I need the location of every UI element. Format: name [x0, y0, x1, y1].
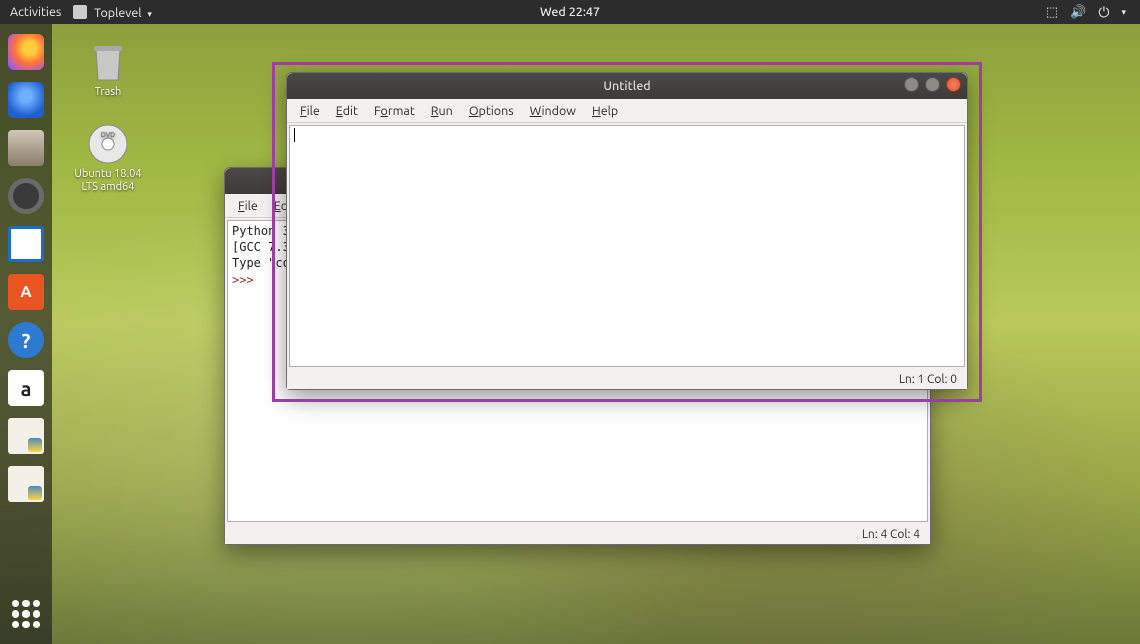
menu-help[interactable]: Help: [585, 102, 625, 120]
menu-format[interactable]: Format: [367, 102, 422, 120]
shell-prompt: >>>: [232, 273, 261, 287]
network-icon[interactable]: ⬚: [1046, 5, 1058, 20]
launcher-idle-shell[interactable]: [4, 414, 48, 458]
menu-window[interactable]: Window: [523, 102, 583, 120]
chevron-down-icon: ▾: [147, 9, 152, 19]
menu-options[interactable]: Options: [462, 102, 521, 120]
show-applications[interactable]: [4, 592, 48, 636]
svg-text:DVD: DVD: [101, 131, 115, 139]
desktop-dvd-label: Ubuntu 18.04 LTS amd64: [72, 168, 144, 194]
editor-cursor-pos: Ln: 1 Col: 0: [899, 373, 957, 386]
app-menu[interactable]: Toplevel ▾: [73, 5, 152, 20]
activities-button[interactable]: Activities: [10, 5, 61, 19]
desktop-trash[interactable]: Trash: [72, 40, 144, 98]
power-icon[interactable]: ⏻: [1098, 4, 1109, 21]
launcher-rhythmbox[interactable]: [4, 174, 48, 218]
launcher-amazon[interactable]: a: [4, 366, 48, 410]
close-button[interactable]: [946, 77, 961, 92]
menu-edit[interactable]: Edit: [329, 102, 365, 120]
minimize-button[interactable]: [904, 77, 919, 92]
launcher-files[interactable]: [4, 126, 48, 170]
idle-editor-window[interactable]: Untitled File Edit Format Run Options Wi…: [286, 72, 968, 390]
trash-icon: [86, 40, 130, 84]
editor-menubar: File Edit Format Run Options Window Help: [287, 99, 967, 123]
volume-icon[interactable]: 🔊: [1070, 5, 1086, 20]
desktop-trash-label: Trash: [72, 86, 144, 98]
chevron-down-icon[interactable]: ▾: [1121, 7, 1126, 18]
shell-line: [GCC 7.3: [232, 240, 290, 254]
maximize-button[interactable]: [925, 77, 940, 92]
launcher-dock: A ? a: [0, 24, 52, 644]
editor-textarea[interactable]: [289, 125, 965, 367]
shell-statusbar: Ln: 4 Col: 4: [225, 524, 930, 544]
launcher-firefox[interactable]: [4, 30, 48, 74]
menu-file[interactable]: File: [231, 197, 265, 215]
editor-titlebar[interactable]: Untitled: [287, 73, 967, 99]
launcher-writer[interactable]: [4, 222, 48, 266]
launcher-idle-editor[interactable]: [4, 462, 48, 506]
menu-file[interactable]: File: [293, 102, 327, 120]
menu-run[interactable]: Run: [424, 102, 460, 120]
window-title: Untitled: [603, 79, 650, 93]
app-indicator-icon: [73, 5, 87, 19]
launcher-software[interactable]: A: [4, 270, 48, 314]
shell-line: Python 3: [232, 224, 290, 238]
dvd-icon: DVD: [86, 122, 130, 166]
text-cursor: [294, 128, 295, 142]
launcher-thunderbird[interactable]: [4, 78, 48, 122]
launcher-help[interactable]: ?: [4, 318, 48, 362]
clock[interactable]: Wed 22:47: [540, 5, 600, 19]
editor-statusbar: Ln: 1 Col: 0: [287, 369, 967, 389]
gnome-topbar: Activities Toplevel ▾ Wed 22:47 ⬚ 🔊 ⏻ ▾: [0, 0, 1140, 24]
desktop-dvd[interactable]: DVD Ubuntu 18.04 LTS amd64: [72, 122, 144, 194]
shell-cursor-pos: Ln: 4 Col: 4: [862, 528, 920, 541]
app-menu-label: Toplevel: [94, 6, 141, 20]
